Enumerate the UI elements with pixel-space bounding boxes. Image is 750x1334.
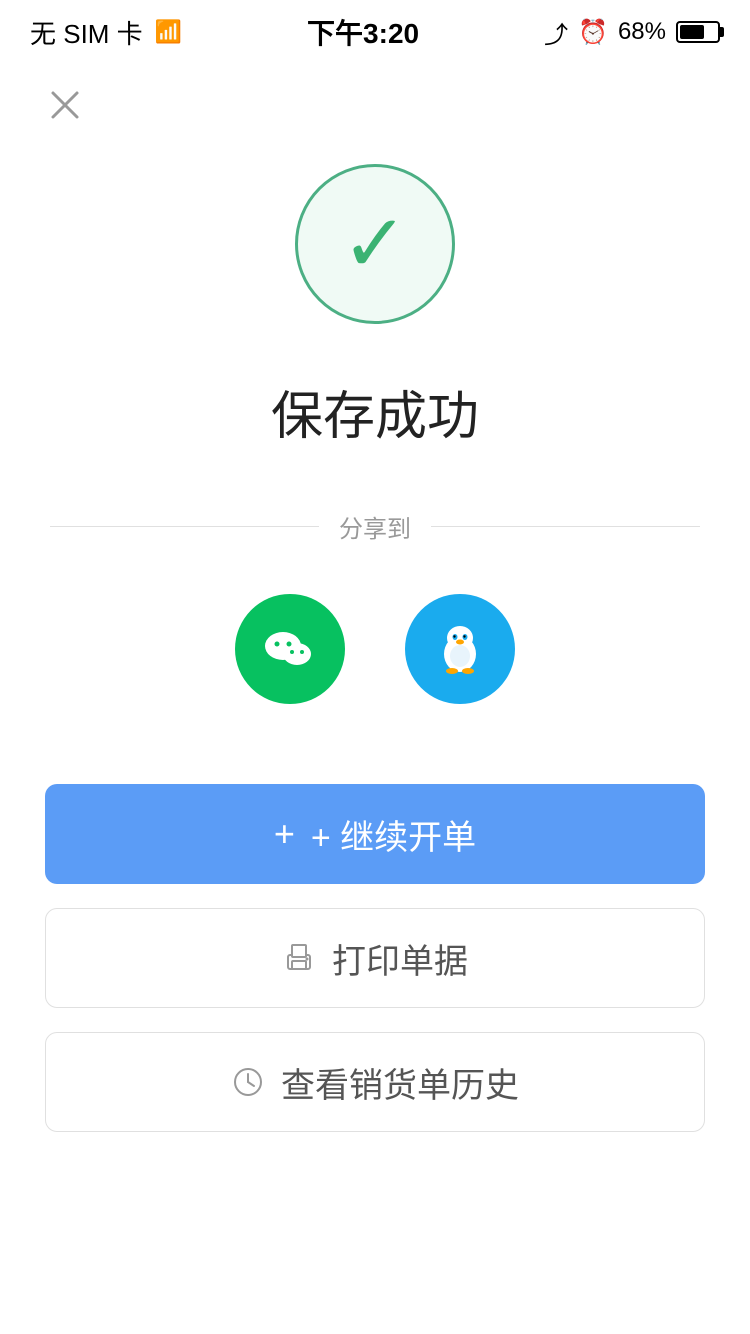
close-button[interactable] (40, 80, 90, 130)
status-left: 无 SIM 卡 📶 (30, 14, 182, 51)
carrier-text: 无 SIM 卡 (30, 14, 143, 51)
share-divider: 分享到 (0, 509, 750, 544)
action-buttons: + + 继续开单 打印单据 查看销货单历史 (45, 784, 705, 1132)
battery-icon (676, 21, 720, 43)
status-right: ⤴ ⏰ 68% (544, 15, 720, 50)
alarm-icon: ⏰ (578, 18, 608, 47)
continue-label: + 继续开单 (311, 810, 476, 859)
history-button[interactable]: 查看销货单历史 (45, 1032, 705, 1132)
battery-percent: 68% (618, 18, 666, 46)
share-icons (235, 594, 515, 704)
main-content: ✓ 保存成功 分享到 (0, 64, 750, 1132)
wifi-icon: 📶 (155, 19, 182, 45)
qq-share-button[interactable] (405, 594, 515, 704)
divider-line-left (50, 526, 319, 527)
divider-line-right (431, 526, 700, 527)
wechat-share-button[interactable] (235, 594, 345, 704)
location-icon: ⤴ (544, 15, 568, 50)
wechat-icon (259, 618, 321, 680)
history-icon (231, 1065, 265, 1099)
history-label: 查看销货单历史 (281, 1058, 519, 1107)
close-icon (49, 89, 81, 121)
checkmark-icon: ✓ (341, 204, 408, 284)
print-label: 打印单据 (332, 934, 468, 983)
qq-icon (429, 618, 491, 680)
continue-button[interactable]: + + 继续开单 (45, 784, 705, 884)
success-circle: ✓ (295, 164, 455, 324)
print-icon (282, 941, 316, 975)
time-display: 下午3:20 (307, 12, 419, 52)
success-title: 保存成功 (271, 374, 479, 449)
share-section: 分享到 (0, 509, 750, 784)
share-label: 分享到 (319, 509, 431, 544)
status-bar: 无 SIM 卡 📶 下午3:20 ⤴ ⏰ 68% (0, 0, 750, 64)
print-button[interactable]: 打印单据 (45, 908, 705, 1008)
continue-plus-icon: + (274, 813, 295, 855)
